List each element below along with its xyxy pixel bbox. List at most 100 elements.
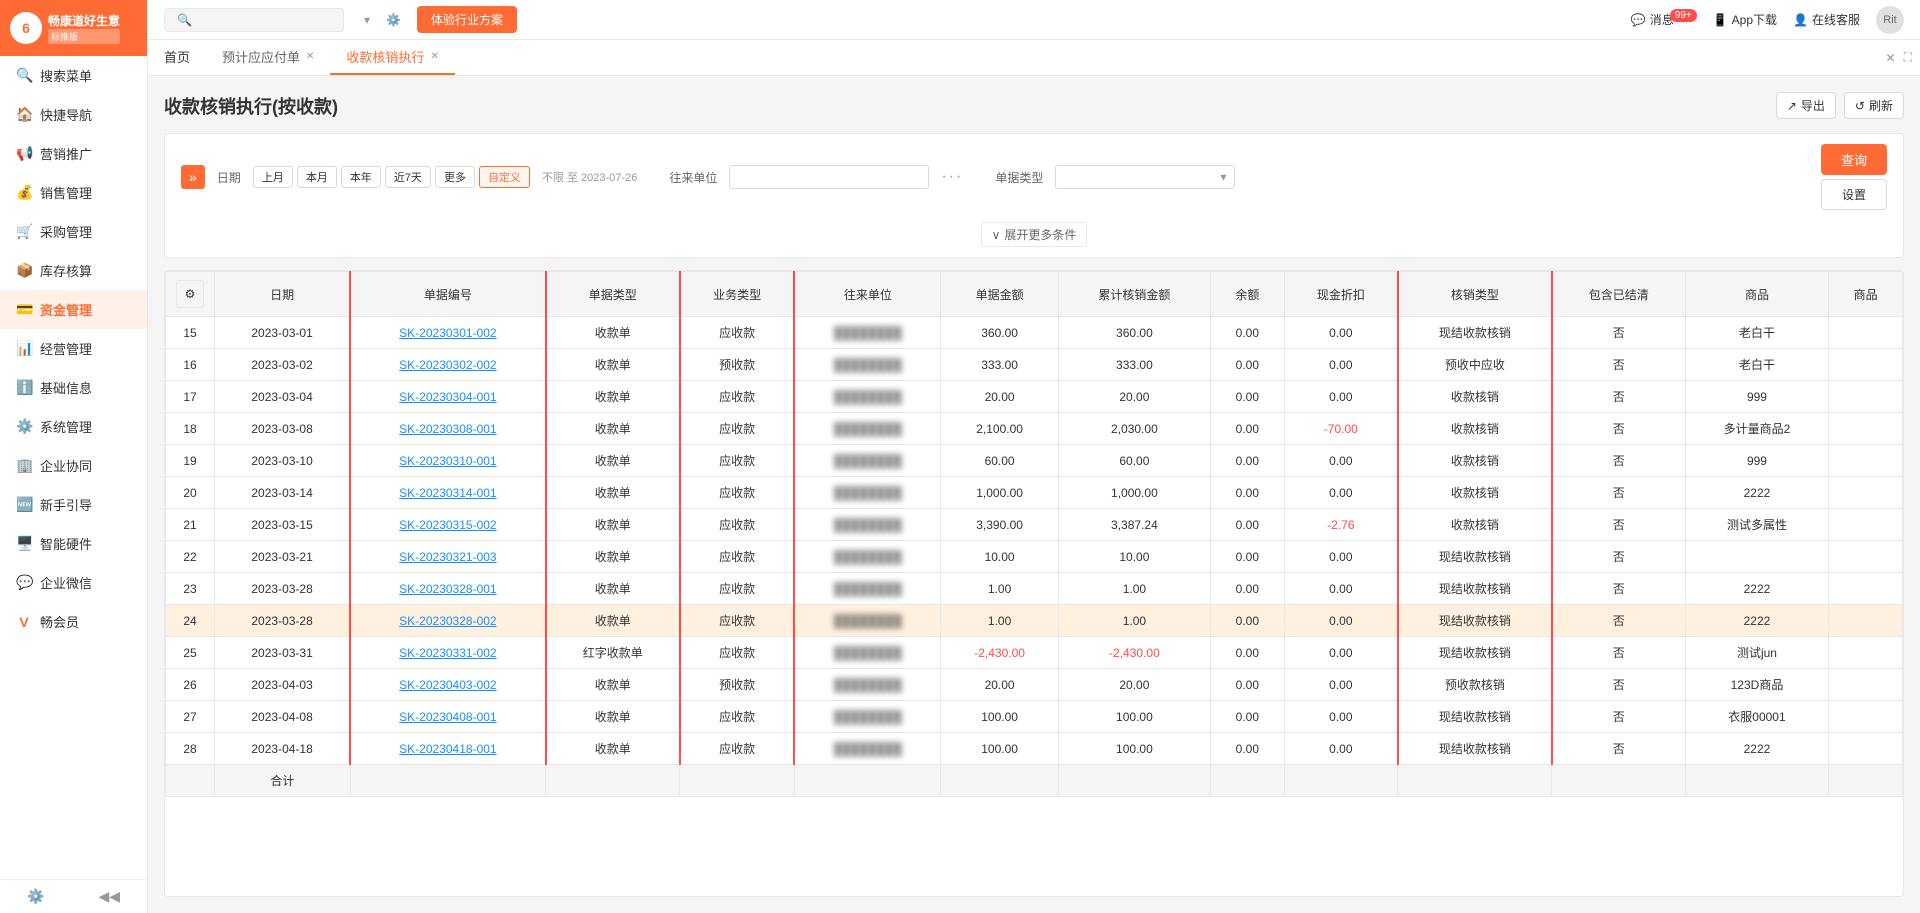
filter-settings-button[interactable]: 设置 — [1821, 179, 1887, 210]
table-row: 222023-03-21SK-20230321-003收款单应收款███████… — [166, 541, 1903, 573]
cell-included: 否 — [1552, 509, 1685, 541]
cell-order-no[interactable]: SK-20230314-001 — [350, 477, 545, 509]
sidebar-item-purchase[interactable]: 🛒 采购管理 — [0, 212, 147, 251]
cell-no: 28 — [166, 733, 215, 765]
online-service-button[interactable]: 👤 在线客服 — [1793, 11, 1860, 28]
col-settings-header[interactable]: ⚙ — [166, 272, 215, 317]
sidebar-item-enterprise[interactable]: 🏢 企业协同 — [0, 446, 147, 485]
query-button[interactable]: 查询 — [1821, 144, 1887, 175]
sidebar-item-finance[interactable]: 💳 资金管理 — [0, 290, 147, 329]
sidebar-item-inventory[interactable]: 📦 库存核算 — [0, 251, 147, 290]
date-btn-7days[interactable]: 近7天 — [385, 166, 431, 188]
cell-order-no[interactable]: SK-20230310-001 — [350, 445, 545, 477]
cell-product-img — [1829, 349, 1903, 381]
tab-receipts-close[interactable]: ✕ — [430, 51, 438, 62]
expand-more-button[interactable]: ∨ 展开更多条件 — [981, 222, 1088, 247]
date-btn-more[interactable]: 更多 — [435, 166, 475, 188]
sidebar-item-vip[interactable]: V 畅会员 — [0, 602, 147, 641]
order-link[interactable]: SK-20230304-001 — [399, 390, 496, 404]
export-button[interactable]: ↗ 导出 — [1776, 92, 1836, 119]
cell-included: 否 — [1552, 605, 1685, 637]
settings-bottom-icon[interactable]: ⚙️ — [27, 888, 44, 905]
cell-order-no[interactable]: SK-20230331-002 — [350, 637, 545, 669]
cell-order-no[interactable]: SK-20230418-001 — [350, 733, 545, 765]
sidebar-item-operations[interactable]: 📊 经营管理 — [0, 329, 147, 368]
order-link[interactable]: SK-20230321-003 — [399, 550, 496, 564]
maximize-icon[interactable]: ⛶ — [1904, 50, 1912, 65]
sidebar-item-system[interactable]: ⚙️ 系统管理 — [0, 407, 147, 446]
cell-voucher-type: 收款单 — [546, 317, 680, 349]
date-btn-this-year[interactable]: 本年 — [341, 166, 381, 188]
cell-no: 20 — [166, 477, 215, 509]
order-link[interactable]: SK-20230408-001 — [399, 710, 496, 724]
cell-order-no[interactable]: SK-20230321-003 — [350, 541, 545, 573]
cell-product: 测试jun — [1685, 637, 1829, 669]
voucher-type-select[interactable]: ▾ — [1055, 165, 1235, 189]
order-link[interactable]: SK-20230310-001 — [399, 454, 496, 468]
order-link[interactable]: SK-20230403-002 — [399, 678, 496, 692]
cell-voucher-type: 收款单 — [546, 413, 680, 445]
cell-biz-type: 应收款 — [680, 445, 795, 477]
topbar-search[interactable]: 🔍 — [164, 8, 344, 32]
cell-order-no[interactable]: SK-20230308-001 — [350, 413, 545, 445]
cell-included: 否 — [1552, 381, 1685, 413]
sidebar-item-search[interactable]: 🔍 搜索菜单 — [0, 56, 147, 95]
sidebar-item-marketing[interactable]: 📢 营销推广 — [0, 134, 147, 173]
date-btn-custom[interactable]: 自定义 — [479, 166, 530, 188]
order-link[interactable]: SK-20230331-002 — [399, 646, 496, 660]
footer-cell-9 — [1284, 765, 1398, 797]
refresh-button[interactable]: ↺ 刷新 — [1844, 92, 1904, 119]
app-download-button[interactable]: 📱 App下载 — [1713, 11, 1777, 28]
date-range-display: 不限 至 2023-07-26 — [542, 169, 637, 185]
user-avatar[interactable]: Rit — [1876, 6, 1904, 34]
data-table: ⚙ 日期 单据编号 单据类型 业务类型 往来单位 单据金额 累计核销金额 余额 … — [165, 271, 1903, 797]
cell-order-no[interactable]: SK-20230403-002 — [350, 669, 545, 701]
cell-order-no[interactable]: SK-20230304-001 — [350, 381, 545, 413]
order-link[interactable]: SK-20230328-001 — [399, 582, 496, 596]
sidebar-item-hardware[interactable]: 🖥️ 智能硬件 — [0, 524, 147, 563]
more-filters-dots[interactable]: ··· — [941, 168, 963, 186]
collapse-icon[interactable]: ◀◀ — [98, 888, 120, 905]
tab-prepayments[interactable]: 预计应应付单 ✕ — [206, 40, 330, 75]
order-link[interactable]: SK-20230314-001 — [399, 486, 496, 500]
order-link[interactable]: SK-20230418-001 — [399, 742, 496, 756]
industry-solution-button[interactable]: 体验行业方案 — [417, 6, 517, 33]
partner-input[interactable] — [729, 165, 929, 189]
cell-balance: 0.00 — [1211, 541, 1285, 573]
date-btn-last-month[interactable]: 上月 — [253, 166, 293, 188]
cell-included: 否 — [1552, 573, 1685, 605]
cell-order-no[interactable]: SK-20230301-002 — [350, 317, 545, 349]
order-link[interactable]: SK-20230308-001 — [399, 422, 496, 436]
cell-order-no[interactable]: SK-20230328-001 — [350, 573, 545, 605]
cell-verify-type: 收款核销 — [1398, 381, 1552, 413]
sidebar-item-basic[interactable]: ℹ️ 基础信息 — [0, 368, 147, 407]
filter-expand-left-icon[interactable]: » — [181, 165, 205, 189]
order-link[interactable]: SK-20230328-002 — [399, 614, 496, 628]
cell-order-no[interactable]: SK-20230408-001 — [350, 701, 545, 733]
sidebar-item-quicknav[interactable]: 🏠 快捷导航 — [0, 95, 147, 134]
cell-product-img — [1829, 445, 1903, 477]
topbar-dropdown[interactable]: ▾ — [360, 13, 370, 27]
order-link[interactable]: SK-20230301-002 — [399, 326, 496, 340]
order-link[interactable]: SK-20230302-002 — [399, 358, 496, 372]
tab-prepayments-close[interactable]: ✕ — [306, 51, 314, 62]
order-link[interactable]: SK-20230315-002 — [399, 518, 496, 532]
sidebar-item-sales[interactable]: 💰 销售管理 — [0, 173, 147, 212]
date-btn-this-month[interactable]: 本月 — [297, 166, 337, 188]
cell-amount: 60.00 — [941, 445, 1058, 477]
cell-order-no[interactable]: SK-20230315-002 — [350, 509, 545, 541]
messages-button[interactable]: 💬 消息 99+ — [1631, 11, 1697, 28]
col-order-no-header: 单据编号 — [350, 272, 545, 317]
cell-voucher-type: 收款单 — [546, 381, 680, 413]
cell-biz-type: 应收款 — [680, 637, 795, 669]
sidebar-item-wechat[interactable]: 💬 企业微信 — [0, 563, 147, 602]
gear-settings-icon[interactable]: ⚙️ — [386, 13, 401, 27]
col-settings-icon[interactable]: ⚙ — [176, 280, 204, 308]
sidebar-item-guide[interactable]: 🆕 新手引导 — [0, 485, 147, 524]
table-row: 272023-04-08SK-20230408-001收款单应收款███████… — [166, 701, 1903, 733]
tab-receipts[interactable]: 收款核销执行 ✕ — [330, 40, 454, 75]
close-window-icon[interactable]: ✕ — [1886, 51, 1896, 65]
tab-home[interactable]: 首页 — [148, 40, 206, 75]
cell-order-no[interactable]: SK-20230328-002 — [350, 605, 545, 637]
cell-order-no[interactable]: SK-20230302-002 — [350, 349, 545, 381]
